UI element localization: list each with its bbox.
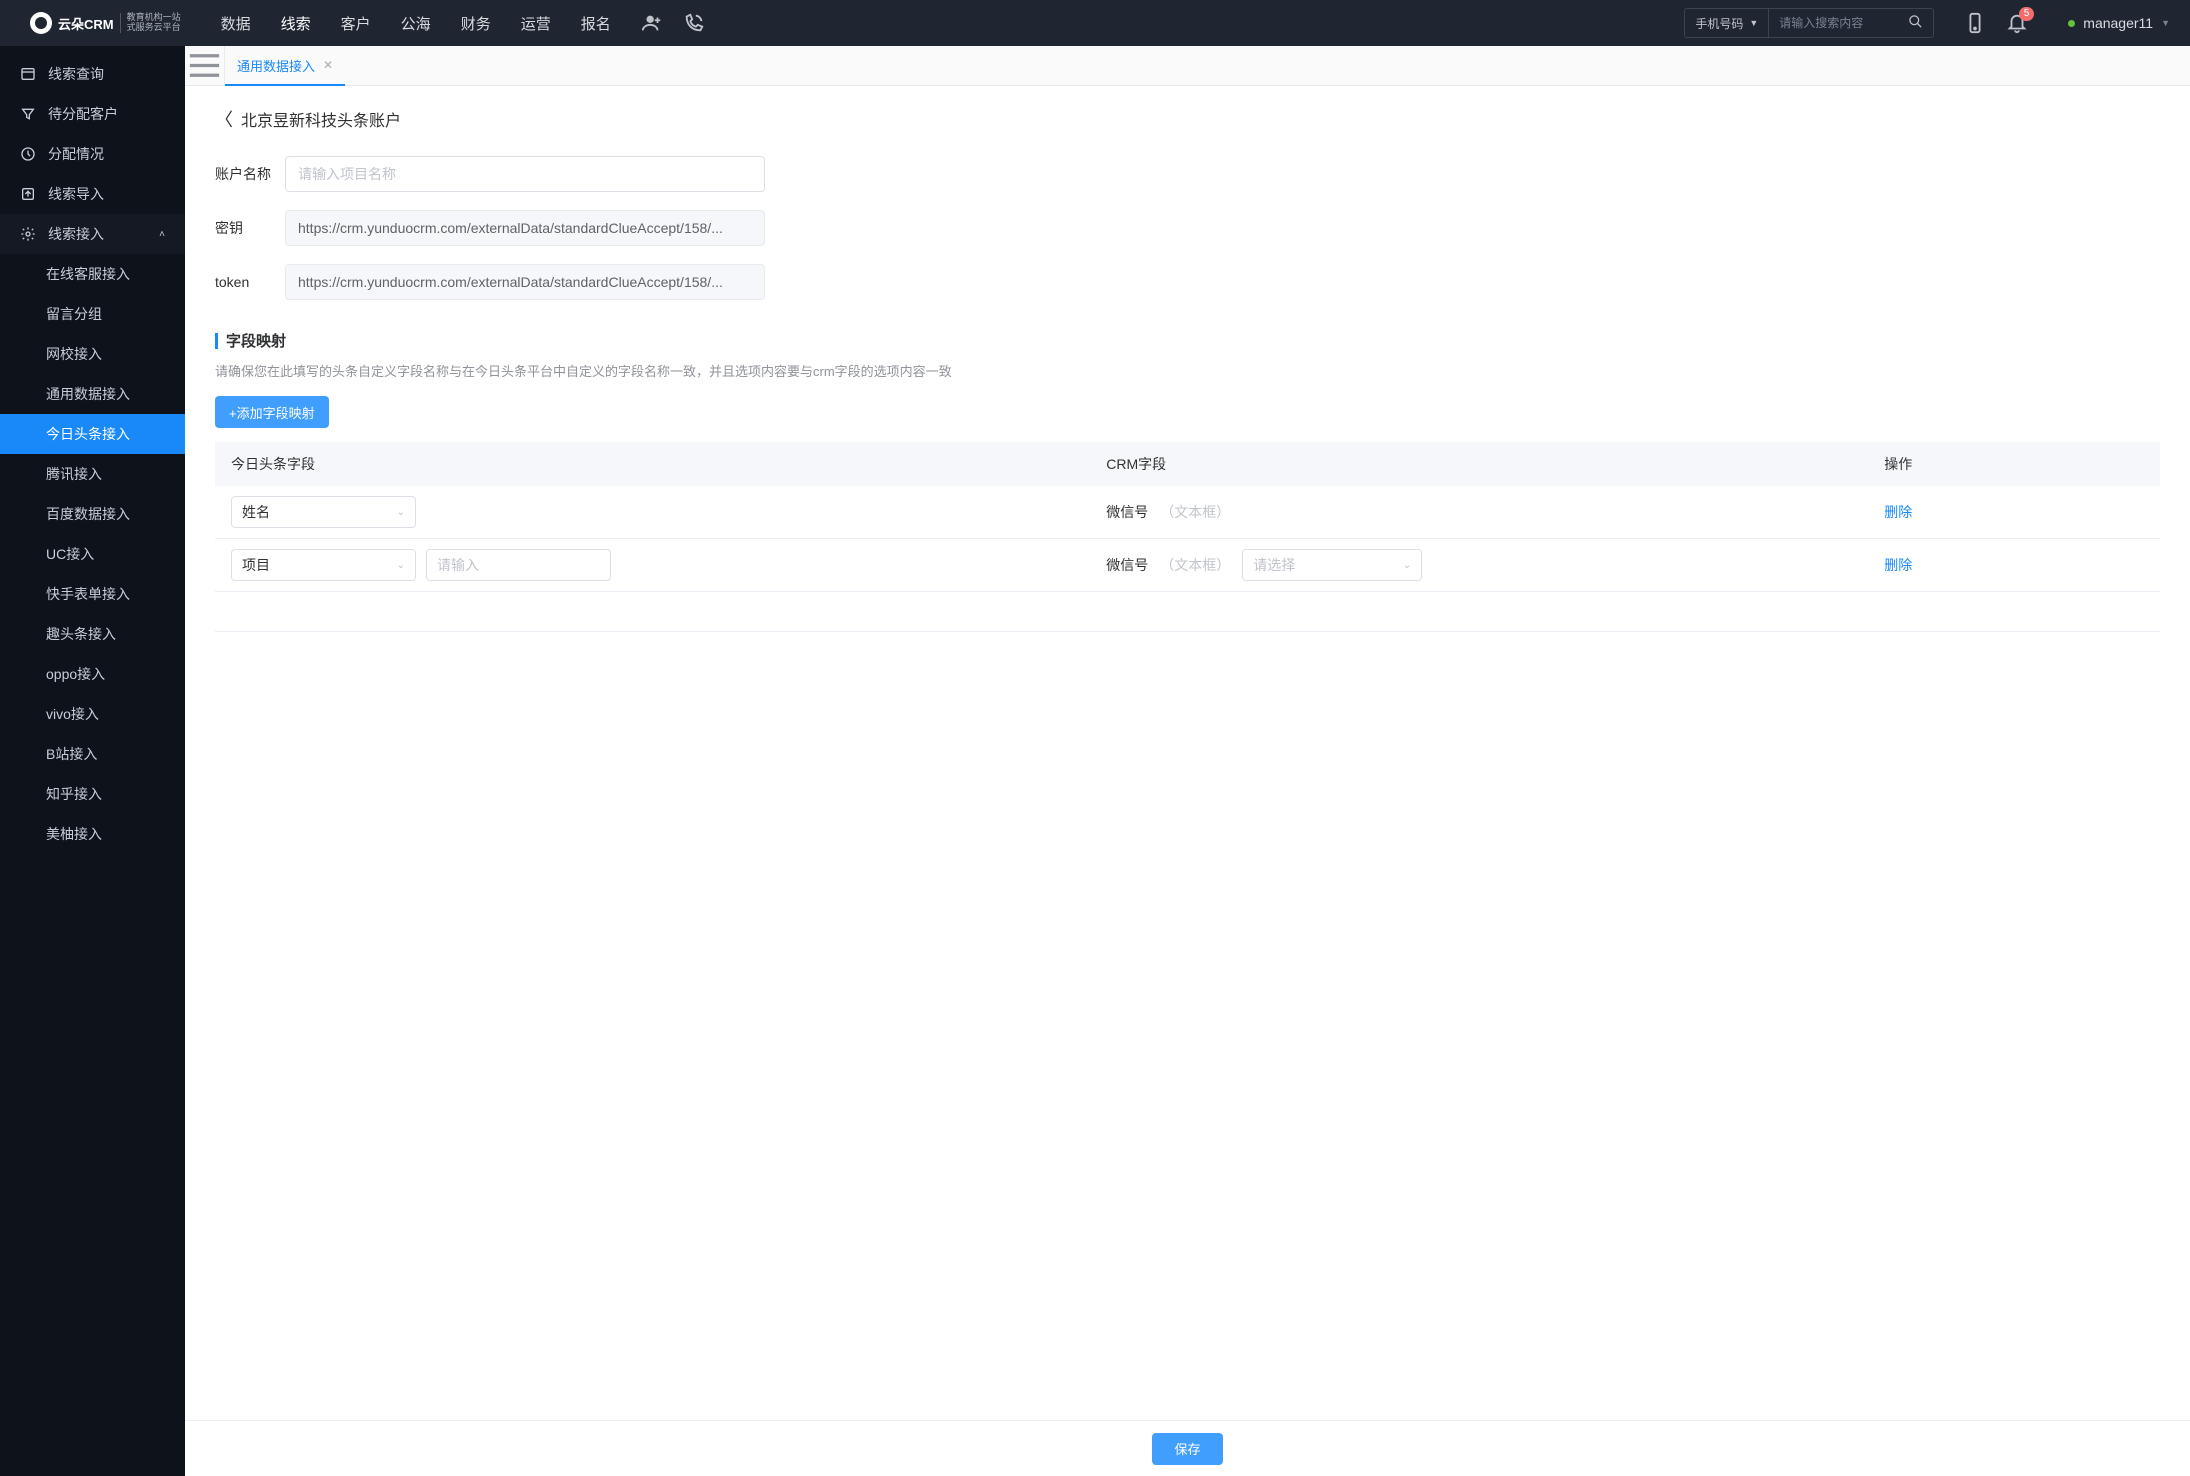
sidebar-sub-1[interactable]: 留言分组 <box>0 294 185 334</box>
page-title: 北京昱新科技头条账户 <box>241 107 401 131</box>
sidebar-sub-10[interactable]: oppo接入 <box>0 654 185 694</box>
delete-link[interactable]: 删除 <box>1884 557 1912 573</box>
clock-icon <box>20 146 36 162</box>
toutiao-field-select[interactable]: 姓名⌄ <box>231 496 416 528</box>
token-label: token <box>215 274 285 290</box>
sidebar-item-2[interactable]: 分配情况 <box>0 134 185 174</box>
close-icon[interactable]: ✕ <box>323 58 333 72</box>
call-icon[interactable] <box>683 12 705 34</box>
search-type-select[interactable]: 手机号码▼ <box>1685 15 1768 32</box>
table-row: 姓名⌄ 微信号 （文本框） 删除 <box>215 486 2160 539</box>
toutiao-field-select[interactable]: 项目⌄ <box>231 549 416 581</box>
crm-option-select[interactable]: 请选择⌄ <box>1242 549 1422 581</box>
section-title: 字段映射 <box>215 330 2160 351</box>
nav-item-5[interactable]: 运营 <box>521 13 551 34</box>
sidebar-item-1[interactable]: 待分配客户 <box>0 94 185 134</box>
sidebar-sub-9[interactable]: 趣头条接入 <box>0 614 185 654</box>
mapping-table: 今日头条字段 CRM字段 操作 姓名⌄微信号（文本框）删除项目⌄微信号（文本框）… <box>215 442 2160 592</box>
logo-icon <box>30 12 52 34</box>
list-icon <box>20 66 36 82</box>
notification-badge: 5 <box>2019 7 2035 21</box>
sidebar-sub-5[interactable]: 腾讯接入 <box>0 454 185 494</box>
top-nav-list: 数据 线索 客户 公海 财务 运营 报名 <box>221 13 611 34</box>
back-icon[interactable]: 〈 <box>215 106 233 132</box>
tab-label: 通用数据接入 <box>237 56 315 75</box>
nav-item-0[interactable]: 数据 <box>221 13 251 34</box>
sidebar-sub-8[interactable]: 快手表单接入 <box>0 574 185 614</box>
status-dot-icon <box>2068 20 2075 27</box>
main-panel: 通用数据接入 ✕ 〈 北京昱新科技头条账户 账户名称 密钥 https://cr… <box>185 46 2190 1476</box>
section-help: 请确保您在此填写的头条自定义字段名称与在今日头条平台中自定义的字段名称一致，并且… <box>215 361 2160 380</box>
sidebar-sub-11[interactable]: vivo接入 <box>0 694 185 734</box>
sidebar-sub-3[interactable]: 通用数据接入 <box>0 374 185 414</box>
nav-item-1[interactable]: 线索 <box>281 13 311 34</box>
nav-item-4[interactable]: 财务 <box>461 13 491 34</box>
gear-icon <box>20 226 36 242</box>
search-icon[interactable] <box>1898 14 1933 32</box>
account-name-label: 账户名称 <box>215 164 285 184</box>
filter-icon <box>20 106 36 122</box>
sidebar-sub-14[interactable]: 美柚接入 <box>0 814 185 854</box>
user-add-icon[interactable] <box>641 12 663 34</box>
table-row: 项目⌄ 微信号 （文本框） 请选择⌄ 删除 <box>215 539 2160 592</box>
tab-general-data-access[interactable]: 通用数据接入 ✕ <box>225 47 345 86</box>
collapse-sidebar-icon[interactable] <box>185 46 225 85</box>
col-toutiao-field: 今日头条字段 <box>215 442 1090 486</box>
search-box: 手机号码▼ <box>1684 8 1934 38</box>
extra-input[interactable] <box>426 549 611 581</box>
tab-bar: 通用数据接入 ✕ <box>185 46 2190 86</box>
secret-value[interactable]: https://crm.yunduocrm.com/externalData/s… <box>285 210 765 246</box>
sidebar-group-clue-access[interactable]: 线索接入 ˄ <box>0 214 185 254</box>
col-actions: 操作 <box>1868 442 2160 486</box>
sidebar-sub-13[interactable]: 知乎接入 <box>0 774 185 814</box>
delete-link[interactable]: 删除 <box>1884 504 1912 520</box>
crm-field-name: 微信号 <box>1106 555 1148 575</box>
sidebar-sub-2[interactable]: 网校接入 <box>0 334 185 374</box>
nav-item-6[interactable]: 报名 <box>581 13 611 34</box>
sidebar-item-3[interactable]: 线索导入 <box>0 174 185 214</box>
nav-item-3[interactable]: 公海 <box>401 13 431 34</box>
phone-icon[interactable] <box>1964 12 1986 34</box>
crm-field-type: （文本框） <box>1160 502 1230 522</box>
save-button[interactable]: 保存 <box>1152 1433 1222 1465</box>
col-crm-field: CRM字段 <box>1090 442 1868 486</box>
sidebar-sub-12[interactable]: B站接入 <box>0 734 185 774</box>
logo-tagline: 教育机构一站 式服务云平台 <box>120 13 181 33</box>
secret-label: 密钥 <box>215 218 285 238</box>
crm-field-name: 微信号 <box>1106 502 1148 522</box>
sidebar: 线索查询待分配客户分配情况线索导入 线索接入 ˄ 在线客服接入留言分组网校接入通… <box>0 46 185 1476</box>
add-mapping-button[interactable]: +添加字段映射 <box>215 396 329 428</box>
bell-icon[interactable]: 5 <box>2006 12 2028 34</box>
sidebar-sub-6[interactable]: 百度数据接入 <box>0 494 185 534</box>
chevron-up-icon: ˄ <box>159 229 165 240</box>
logo: 云朵CRM 教育机构一站 式服务云平台 <box>30 12 181 34</box>
sidebar-item-0[interactable]: 线索查询 <box>0 54 185 94</box>
user-menu[interactable]: manager11 ▼ <box>2068 15 2170 31</box>
sidebar-sub-7[interactable]: UC接入 <box>0 534 185 574</box>
account-name-input[interactable] <box>285 156 765 192</box>
export-icon <box>20 186 36 202</box>
search-input[interactable] <box>1768 9 1898 37</box>
crm-field-type: （文本框） <box>1160 555 1230 575</box>
logo-text: 云朵CRM <box>58 14 114 33</box>
save-bar: 保存 <box>185 1420 2190 1476</box>
user-name: manager11 <box>2083 15 2153 31</box>
token-value[interactable]: https://crm.yunduocrm.com/externalData/s… <box>285 264 765 300</box>
sidebar-sub-0[interactable]: 在线客服接入 <box>0 254 185 294</box>
nav-item-2[interactable]: 客户 <box>341 13 371 34</box>
sidebar-sub-4[interactable]: 今日头条接入 <box>0 414 185 454</box>
